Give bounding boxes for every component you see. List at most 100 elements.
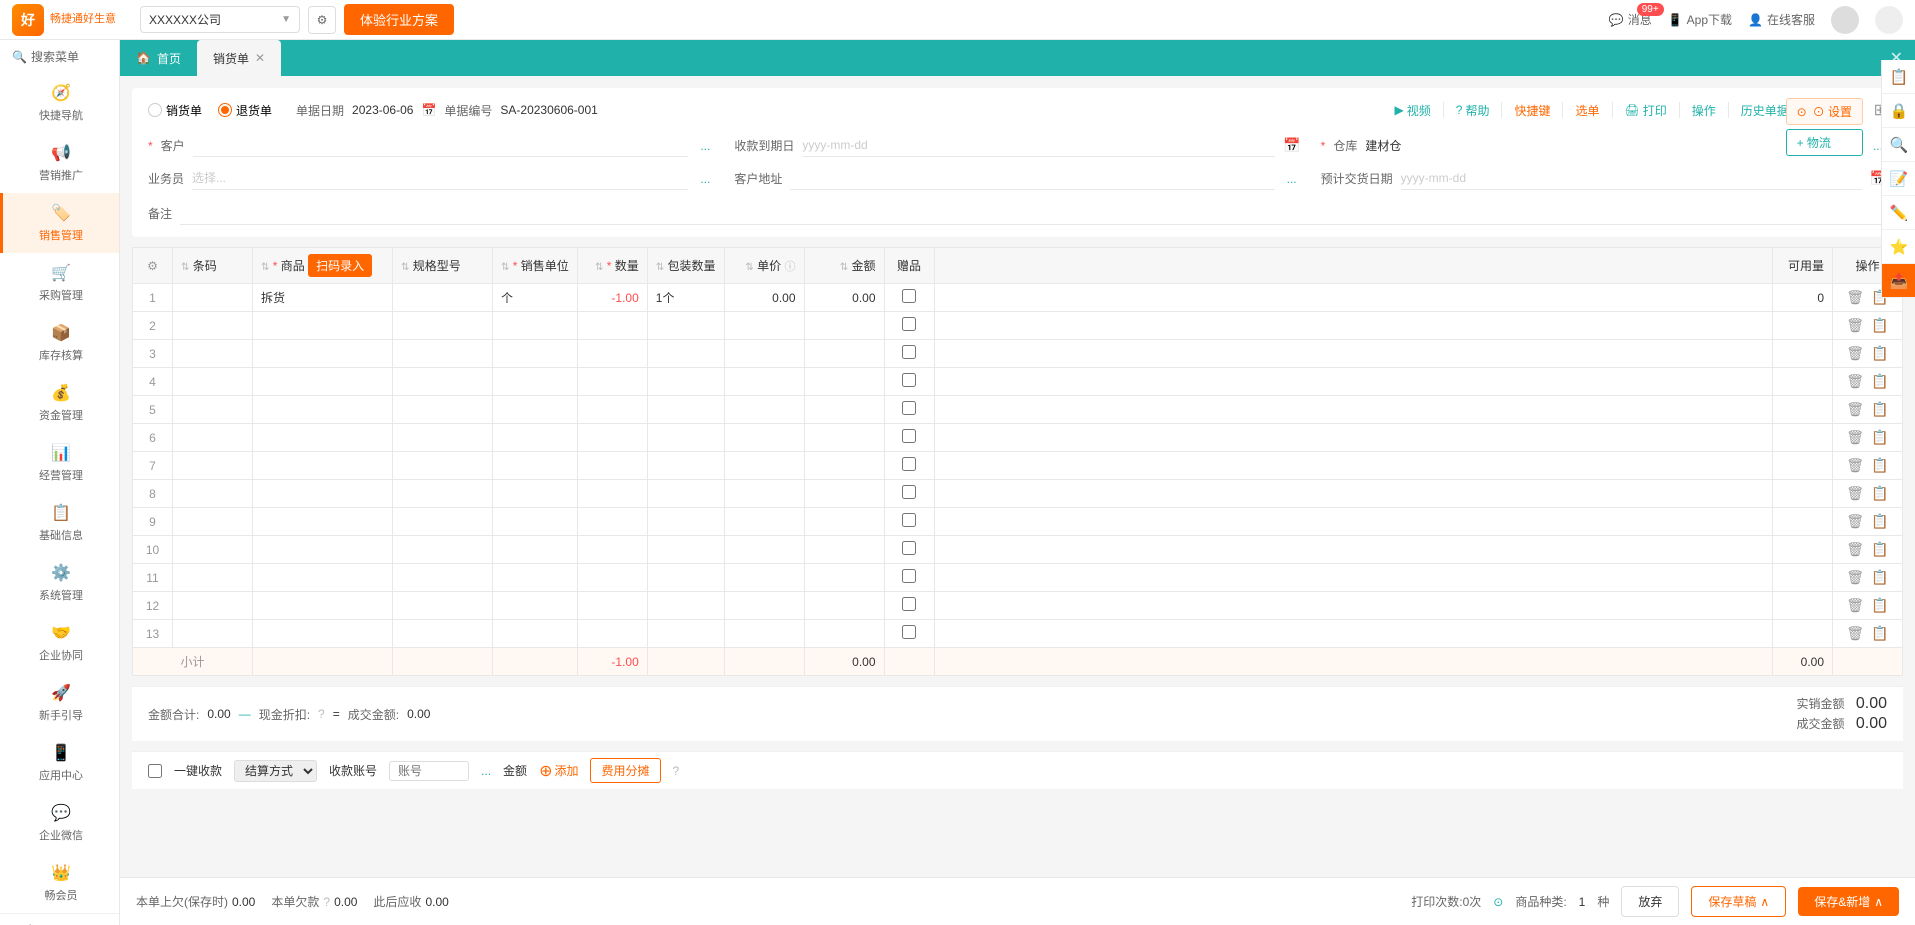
row-amount-11[interactable] [804,564,884,592]
row-goods-4[interactable] [253,368,393,396]
video-link[interactable]: ▶ 视频 [1395,102,1431,119]
row-amount-2[interactable] [804,312,884,340]
remarks-input[interactable] [180,202,1887,225]
row-unit-10[interactable] [493,536,578,564]
scan-btn[interactable]: 扫码录入 [308,254,372,277]
row-barcode-10[interactable] [173,536,253,564]
sidebar-item-appstore[interactable]: 📱 应用中心 [0,733,119,793]
row-goods-12[interactable] [253,592,393,620]
row-amount-7[interactable] [804,452,884,480]
row-goods-3[interactable] [253,340,393,368]
row-price-7[interactable] [724,452,804,480]
fee-help-icon[interactable]: ? [673,764,680,778]
row-delete-icon-8[interactable]: 🗑 [1846,485,1864,501]
save-draft-btn[interactable]: 保存草稿 ∧ [1691,886,1786,917]
shortcut-link[interactable]: 快捷键 [1514,102,1550,119]
settings-action-btn[interactable]: ⊙ ⊙ 设置 [1786,98,1863,125]
row-barcode-3[interactable] [173,340,253,368]
row-delete-icon-2[interactable]: 🗑 [1846,317,1864,333]
row-qty-6[interactable] [577,424,647,452]
row-pkgqty-13[interactable] [647,620,724,648]
row-amount-5[interactable] [804,396,884,424]
row-unit-5[interactable] [493,396,578,424]
row-goods-6[interactable] [253,424,393,452]
row-price-1[interactable]: 0.00 [724,284,804,312]
account-dots[interactable]: ... [481,764,491,778]
row-copy-icon-5[interactable]: 📋 [1871,401,1888,417]
settlement-method-select[interactable]: 结算方式 [234,760,317,782]
row-gift-13[interactable] [884,620,934,648]
row-delete-icon-1[interactable]: 🗑 [1846,289,1864,305]
row-spec-12[interactable] [393,592,493,620]
row-amount-10[interactable] [804,536,884,564]
row-gift-7[interactable] [884,452,934,480]
row-delete-icon-11[interactable]: 🗑 [1846,569,1864,585]
row-pkgqty-7[interactable] [647,452,724,480]
salesperson-input[interactable] [192,167,688,190]
select-link[interactable]: 选单 [1575,102,1599,119]
radio-sales[interactable]: 销货单 [148,102,202,119]
row-goods-1[interactable]: 拆货 [253,284,393,312]
row-amount-4[interactable] [804,368,884,396]
row-price-12[interactable] [724,592,804,620]
customer-address-input[interactable] [790,167,1274,190]
app-download-button[interactable]: 📱 App下载 [1668,11,1732,28]
row-copy-icon-7[interactable]: 📋 [1871,457,1888,473]
payment-date-input[interactable] [802,134,1275,157]
print-link[interactable]: 🖨 打印 [1625,102,1667,119]
row-delete-icon-5[interactable]: 🗑 [1846,401,1864,417]
row-price-5[interactable] [724,396,804,424]
row-price-3[interactable] [724,340,804,368]
payment-date-calendar-icon[interactable]: 📅 [1283,137,1300,154]
owe-help-icon[interactable]: ? [323,895,330,909]
row-qty-9[interactable] [577,508,647,536]
customer-input[interactable] [193,134,689,157]
row-goods-2[interactable] [253,312,393,340]
sidebar-search[interactable]: 🔍 搜索菜单 [0,40,119,73]
row-barcode-6[interactable] [173,424,253,452]
row-price-13[interactable] [724,620,804,648]
row-spec-4[interactable] [393,368,493,396]
row-delete-icon-10[interactable]: 🗑 [1846,541,1864,557]
price-info-icon[interactable]: ⓘ [785,261,796,273]
row-gift-4[interactable] [884,368,934,396]
row-delete-icon-9[interactable]: 🗑 [1846,513,1864,529]
row-copy-icon-12[interactable]: 📋 [1871,597,1888,613]
row-goods-7[interactable] [253,452,393,480]
row-pkgqty-9[interactable] [647,508,724,536]
row-price-10[interactable] [724,536,804,564]
calendar-icon[interactable]: 📅 [421,103,436,117]
row-unit-7[interactable] [493,452,578,480]
vr-icon-3[interactable]: 🔍 [1882,128,1915,162]
row-gift-8[interactable] [884,480,934,508]
row-pkgqty-1[interactable]: 1个 [647,284,724,312]
row-qty-7[interactable] [577,452,647,480]
sidebar-item-enterprise[interactable]: 🤝 企业协同 [0,613,119,673]
user-avatar[interactable] [1831,6,1859,34]
row-copy-icon-6[interactable]: 📋 [1871,429,1888,445]
vr-icon-6[interactable]: ⭐ [1882,230,1915,264]
row-price-2[interactable] [724,312,804,340]
row-barcode-9[interactable] [173,508,253,536]
row-spec-7[interactable] [393,452,493,480]
address-dots[interactable]: ... [1283,172,1301,186]
row-gift-12[interactable] [884,592,934,620]
row-copy-icon-2[interactable]: 📋 [1871,317,1888,333]
sidebar-item-system[interactable]: ⚙️ 系统管理 [0,553,119,613]
row-barcode-7[interactable] [173,452,253,480]
row-qty-2[interactable] [577,312,647,340]
discount-help-icon[interactable]: ? [318,707,325,721]
row-barcode-11[interactable] [173,564,253,592]
row-goods-11[interactable] [253,564,393,592]
row-spec-2[interactable] [393,312,493,340]
save-new-btn[interactable]: 保存&新增 ∧ [1798,887,1899,916]
row-qty-10[interactable] [577,536,647,564]
salesperson-dots[interactable]: ... [696,172,714,186]
sidebar-item-guide[interactable]: 🚀 新手引导 [0,673,119,733]
row-spec-1[interactable] [393,284,493,312]
row-copy-icon-11[interactable]: 📋 [1871,569,1888,585]
row-goods-13[interactable] [253,620,393,648]
row-unit-8[interactable] [493,480,578,508]
row-copy-icon-13[interactable]: 📋 [1871,625,1888,641]
row-amount-13[interactable] [804,620,884,648]
